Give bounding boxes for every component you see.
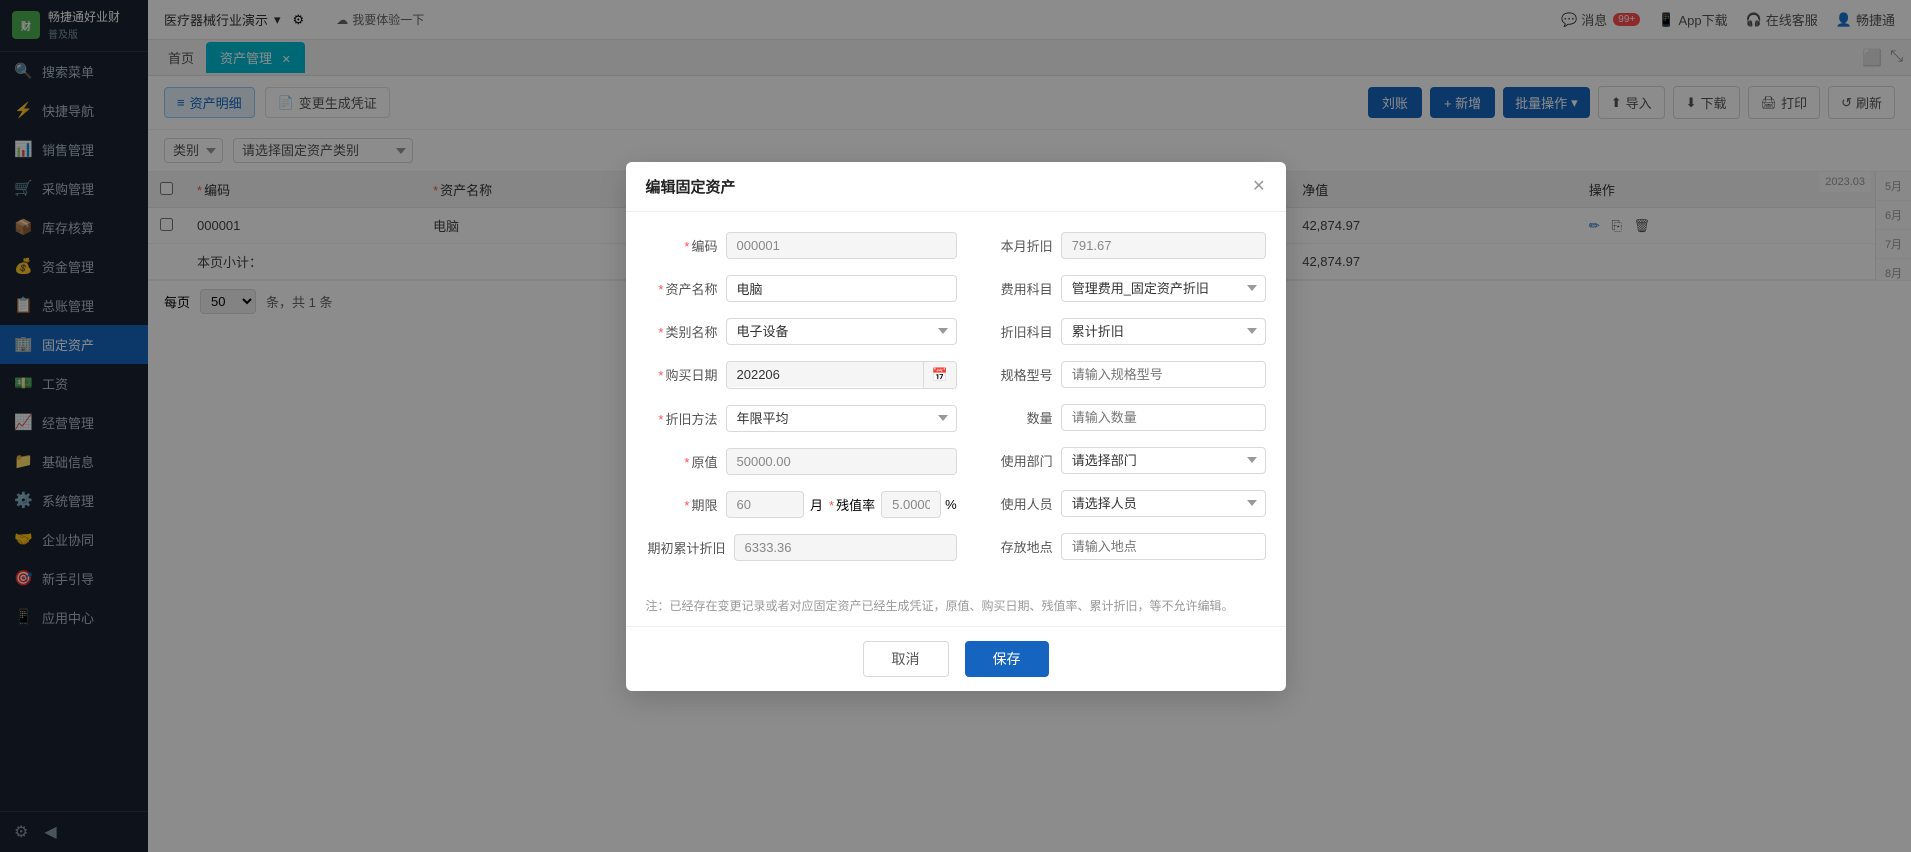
quantity-input[interactable] [1061, 404, 1266, 431]
initial-accum-row: 期初累计折旧 [646, 534, 957, 561]
modal-title: 编辑固定资产 [646, 176, 736, 197]
period-unit-label: 月 [810, 495, 823, 514]
initial-accum-label: 期初累计折旧 [646, 538, 726, 557]
monthly-depr-row: 本月折旧 [981, 232, 1266, 259]
category-select-wrap: 电子设备 [726, 318, 957, 345]
quantity-row: 数量 [981, 404, 1266, 431]
expense-subject-select[interactable]: 管理费用_固定资产折旧 [1061, 275, 1266, 302]
location-label: 存放地点 [981, 537, 1053, 556]
modal-body: *编码 *资产名称 *类别名称 电子设备 [626, 212, 1286, 597]
purchase-date-field-row: *购买日期 📅 [646, 361, 957, 389]
user-select-wrap: 请选择人员 [1061, 490, 1266, 517]
spec-row: 规格型号 [981, 361, 1266, 388]
expense-subject-label: 费用科目 [981, 279, 1053, 298]
department-select[interactable]: 请选择部门 [1061, 447, 1266, 474]
quantity-label: 数量 [981, 408, 1053, 427]
department-select-wrap: 请选择部门 [1061, 447, 1266, 474]
purchase-date-label: *购买日期 [646, 365, 718, 384]
department-row: 使用部门 请选择部门 [981, 447, 1266, 474]
depr-method-label: *折旧方法 [646, 409, 718, 428]
edit-asset-modal: 编辑固定资产 ✕ *编码 *资产名称 *类别名称 [626, 162, 1286, 691]
period-residual-inputs: 月 *残值率 % [726, 491, 957, 518]
purchase-date-input-wrap: 📅 [726, 361, 957, 389]
depr-method-select[interactable]: 年限平均 [726, 405, 957, 432]
asset-name-field-row: *资产名称 [646, 275, 957, 302]
original-value-input[interactable] [726, 448, 957, 475]
code-input[interactable] [726, 232, 957, 259]
period-label: *期限 [646, 495, 718, 514]
modal-footer: 取消 保存 [626, 626, 1286, 691]
modal-note: 注：已经存在变更记录或者对应固定资产已经生成凭证，原值、购买日期、残值率、累计折… [626, 597, 1286, 626]
monthly-depr-input [1061, 232, 1266, 259]
spec-label: 规格型号 [981, 365, 1053, 384]
category-label: *类别名称 [646, 322, 718, 341]
initial-accum-input[interactable] [734, 534, 957, 561]
user-row: 使用人员 请选择人员 [981, 490, 1266, 517]
department-label: 使用部门 [981, 451, 1053, 470]
depr-subject-row: 折旧科目 累计折旧 [981, 318, 1266, 345]
save-button[interactable]: 保存 [965, 641, 1049, 677]
asset-name-input[interactable] [726, 275, 957, 302]
category-field-row: *类别名称 电子设备 [646, 318, 957, 345]
original-value-label: *原值 [646, 452, 718, 471]
user-field-label: 使用人员 [981, 494, 1053, 513]
modal-left-col: *编码 *资产名称 *类别名称 电子设备 [646, 232, 957, 577]
residual-rate-unit: % [945, 497, 957, 512]
depr-subject-select[interactable]: 累计折旧 [1061, 318, 1266, 345]
modal-close-icon[interactable]: ✕ [1252, 176, 1265, 196]
location-input[interactable] [1061, 533, 1266, 560]
depr-subject-label: 折旧科目 [981, 322, 1053, 341]
residual-rate-wrap: % [881, 491, 957, 518]
code-label: *编码 [646, 236, 718, 255]
depr-method-field-row: *折旧方法 年限平均 [646, 405, 957, 432]
cancel-button[interactable]: 取消 [863, 641, 949, 677]
depr-method-select-wrap: 年限平均 [726, 405, 957, 432]
period-residual-row: *期限 月 *残值率 % [646, 491, 957, 518]
residual-rate-input[interactable] [881, 491, 941, 518]
original-value-field-row: *原值 [646, 448, 957, 475]
modal-overlay: 编辑固定资产 ✕ *编码 *资产名称 *类别名称 [0, 0, 1911, 852]
purchase-date-input[interactable] [727, 362, 923, 387]
code-field-row: *编码 [646, 232, 957, 259]
monthly-depr-label: 本月折旧 [981, 236, 1053, 255]
expense-subject-row: 费用科目 管理费用_固定资产折旧 [981, 275, 1266, 302]
calendar-icon[interactable]: 📅 [923, 362, 956, 388]
spec-input[interactable] [1061, 361, 1266, 388]
modal-right-col: 本月折旧 费用科目 管理费用_固定资产折旧 折旧科目 [981, 232, 1266, 577]
depr-subject-wrap: 累计折旧 [1061, 318, 1266, 345]
category-select[interactable]: 电子设备 [726, 318, 957, 345]
asset-name-label: *资产名称 [646, 279, 718, 298]
user-select[interactable]: 请选择人员 [1061, 490, 1266, 517]
modal-header: 编辑固定资产 ✕ [626, 162, 1286, 212]
location-row: 存放地点 [981, 533, 1266, 560]
residual-rate-label: *残值率 [829, 495, 875, 514]
period-input[interactable] [726, 491, 805, 518]
expense-subject-wrap: 管理费用_固定资产折旧 [1061, 275, 1266, 302]
